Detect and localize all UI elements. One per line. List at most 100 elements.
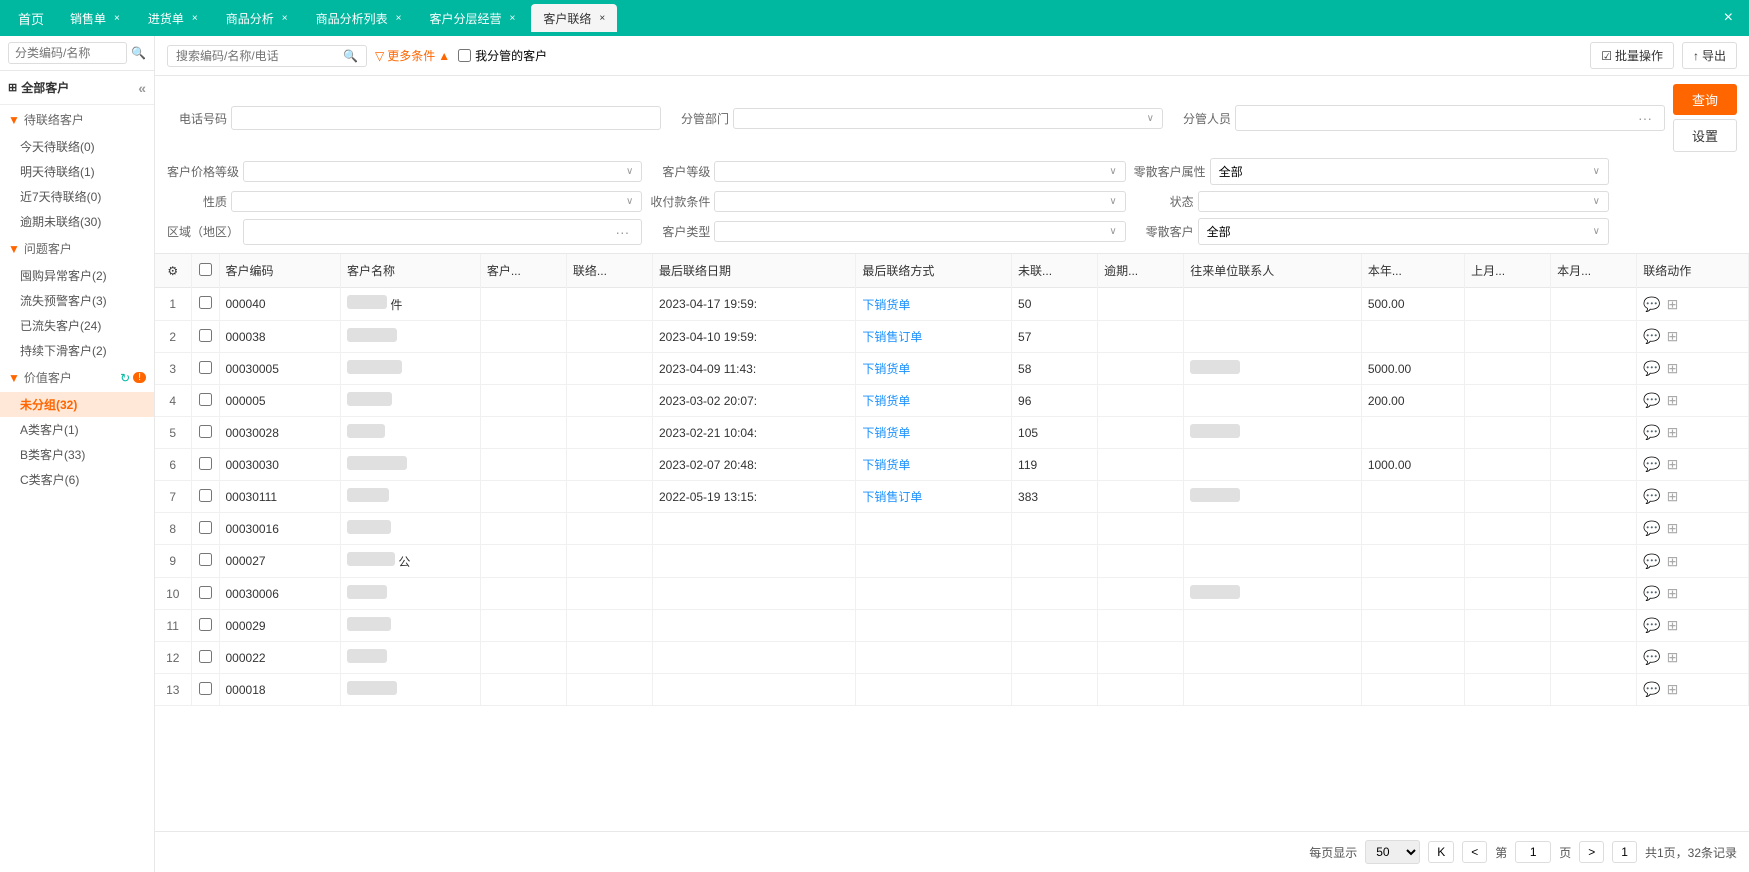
sidebar-search-input[interactable]	[8, 42, 127, 64]
refresh-icon[interactable]: ↻	[120, 371, 130, 385]
check-all-col[interactable]	[191, 254, 219, 288]
tab-close-customer-layered[interactable]: ×	[509, 13, 515, 24]
contact-icon[interactable]: 💬	[1643, 296, 1660, 313]
more-icon[interactable]: ⊞	[1667, 585, 1679, 602]
sidebar-section-problem[interactable]: ▼ 问题客户	[0, 234, 154, 263]
contact-icon[interactable]: 💬	[1643, 520, 1660, 537]
contact-icon[interactable]: 💬	[1643, 424, 1660, 441]
contact-icon[interactable]: 💬	[1643, 681, 1660, 698]
last-method-link[interactable]: 下销售订单	[862, 330, 922, 344]
cell-check[interactable]	[191, 449, 219, 481]
last-method-link[interactable]: 下销售订单	[862, 490, 922, 504]
customer-type-select[interactable]: ∨	[714, 221, 1125, 242]
prev-page-button[interactable]: <	[1462, 841, 1487, 863]
more-icon[interactable]: ⊞	[1667, 456, 1679, 473]
contact-icon[interactable]: 💬	[1643, 488, 1660, 505]
sidebar-item-today-pending[interactable]: 今天待联络(0)	[0, 134, 154, 159]
last-page-button[interactable]: 1	[1612, 841, 1637, 863]
tab-close-sales[interactable]: ×	[114, 13, 120, 24]
sidebar-section-value[interactable]: ▼ 价值客户 ↻ !	[0, 363, 154, 392]
filter-more-conditions[interactable]: ▽ 更多条件 ▲	[375, 47, 450, 64]
retail-customer-select[interactable]: 全部 ∨	[1198, 218, 1609, 245]
cell-check[interactable]	[191, 545, 219, 578]
tab-purchase[interactable]: 进货单 ×	[136, 4, 210, 32]
customer-level-select[interactable]: ∨	[714, 161, 1125, 182]
cell-check[interactable]	[191, 288, 219, 321]
payment-select[interactable]: ∨	[714, 191, 1125, 212]
region-dots[interactable]: ···	[611, 224, 633, 240]
tab-customer-layered[interactable]: 客户分层经营 ×	[417, 4, 527, 32]
cell-check[interactable]	[191, 610, 219, 642]
more-icon[interactable]: ⊞	[1667, 553, 1679, 570]
query-button[interactable]: 查询	[1673, 84, 1737, 115]
sidebar-item-b-class[interactable]: B类客户(33)	[0, 442, 154, 467]
retail-attr-select[interactable]: 全部 ∨	[1210, 158, 1609, 185]
manager-select[interactable]: ···	[1235, 105, 1665, 131]
tab-sales[interactable]: 销售单 ×	[58, 4, 132, 32]
filter-search-input[interactable]	[176, 49, 339, 63]
sidebar-item-churned[interactable]: 已流失客户(24)	[0, 313, 154, 338]
contact-icon[interactable]: 💬	[1643, 456, 1660, 473]
sidebar-item-c-class[interactable]: C类客户(6)	[0, 467, 154, 492]
last-method-link[interactable]: 下销货单	[862, 458, 910, 472]
batch-operation-button[interactable]: ☑ 批量操作	[1590, 42, 1674, 69]
phone-input[interactable]	[231, 106, 661, 130]
more-icon[interactable]: ⊞	[1667, 424, 1679, 441]
contact-icon[interactable]: 💬	[1643, 553, 1660, 570]
more-icon[interactable]: ⊞	[1667, 296, 1679, 313]
sidebar-item-tomorrow-pending[interactable]: 明天待联络(1)	[0, 159, 154, 184]
price-level-select[interactable]: ∨	[243, 161, 642, 182]
page-number-input[interactable]	[1515, 841, 1551, 863]
export-button[interactable]: ↑ 导出	[1682, 42, 1737, 69]
last-method-link[interactable]: 下销货单	[862, 362, 910, 376]
sidebar-section-pending[interactable]: ▼ 待联络客户	[0, 105, 154, 134]
cell-check[interactable]	[191, 674, 219, 706]
sidebar-item-a-class[interactable]: A类客户(1)	[0, 417, 154, 442]
cell-check[interactable]	[191, 385, 219, 417]
first-page-button[interactable]: K	[1428, 841, 1454, 863]
cell-check[interactable]	[191, 513, 219, 545]
dept-select[interactable]: ∨	[733, 108, 1163, 129]
more-icon[interactable]: ⊞	[1667, 617, 1679, 634]
my-customers-checkbox[interactable]: 我分管的客户	[458, 47, 547, 64]
more-icon[interactable]: ⊞	[1667, 392, 1679, 409]
more-icon[interactable]: ⊞	[1667, 360, 1679, 377]
sidebar-item-ungraded[interactable]: 未分组(32)	[0, 392, 154, 417]
tab-product-analysis[interactable]: 商品分析 ×	[214, 4, 300, 32]
sidebar-item-overdue-pending[interactable]: 逾期未联络(30)	[0, 209, 154, 234]
tab-close-customer-contact[interactable]: ×	[599, 13, 605, 24]
window-close-button[interactable]: ×	[1716, 9, 1741, 27]
cell-check[interactable]	[191, 417, 219, 449]
filter-search-icon[interactable]: 🔍	[343, 49, 358, 63]
page-size-select[interactable]: 50 20 100	[1365, 840, 1420, 864]
more-icon[interactable]: ⊞	[1667, 520, 1679, 537]
region-select[interactable]: ···	[243, 219, 642, 245]
nature-select[interactable]: ∨	[231, 191, 642, 212]
my-customers-check[interactable]	[458, 49, 471, 62]
sidebar-item-7day-pending[interactable]: 近7天待联络(0)	[0, 184, 154, 209]
tab-close-product-analysis-list[interactable]: ×	[396, 13, 402, 24]
contact-icon[interactable]: 💬	[1643, 617, 1660, 634]
tab-close-product-analysis[interactable]: ×	[282, 13, 288, 24]
contact-icon[interactable]: 💬	[1643, 360, 1660, 377]
more-icon[interactable]: ⊞	[1667, 488, 1679, 505]
nav-home[interactable]: 首页	[8, 9, 54, 28]
last-method-link[interactable]: 下销货单	[862, 426, 910, 440]
cell-check[interactable]	[191, 578, 219, 610]
last-method-link[interactable]: 下销货单	[862, 394, 910, 408]
more-icon[interactable]: ⊞	[1667, 681, 1679, 698]
status-select[interactable]: ∨	[1198, 191, 1609, 212]
check-all-checkbox[interactable]	[199, 263, 212, 276]
sidebar-search-icon[interactable]: 🔍	[131, 46, 146, 60]
sidebar-item-churn-warning[interactable]: 流失预警客户(3)	[0, 288, 154, 313]
sidebar-item-declining[interactable]: 持续下滑客户(2)	[0, 338, 154, 363]
more-icon[interactable]: ⊞	[1667, 649, 1679, 666]
sidebar-collapse-icon[interactable]: «	[138, 80, 146, 96]
sidebar-item-abnormal[interactable]: 囤购异常客户(2)	[0, 263, 154, 288]
tab-close-purchase[interactable]: ×	[192, 13, 198, 24]
contact-icon[interactable]: 💬	[1643, 585, 1660, 602]
contact-icon[interactable]: 💬	[1643, 392, 1660, 409]
sidebar-all-customers[interactable]: ⊞ 全部客户 «	[0, 71, 154, 105]
last-method-link[interactable]: 下销货单	[862, 298, 910, 312]
tab-product-analysis-list[interactable]: 商品分析列表 ×	[304, 4, 414, 32]
